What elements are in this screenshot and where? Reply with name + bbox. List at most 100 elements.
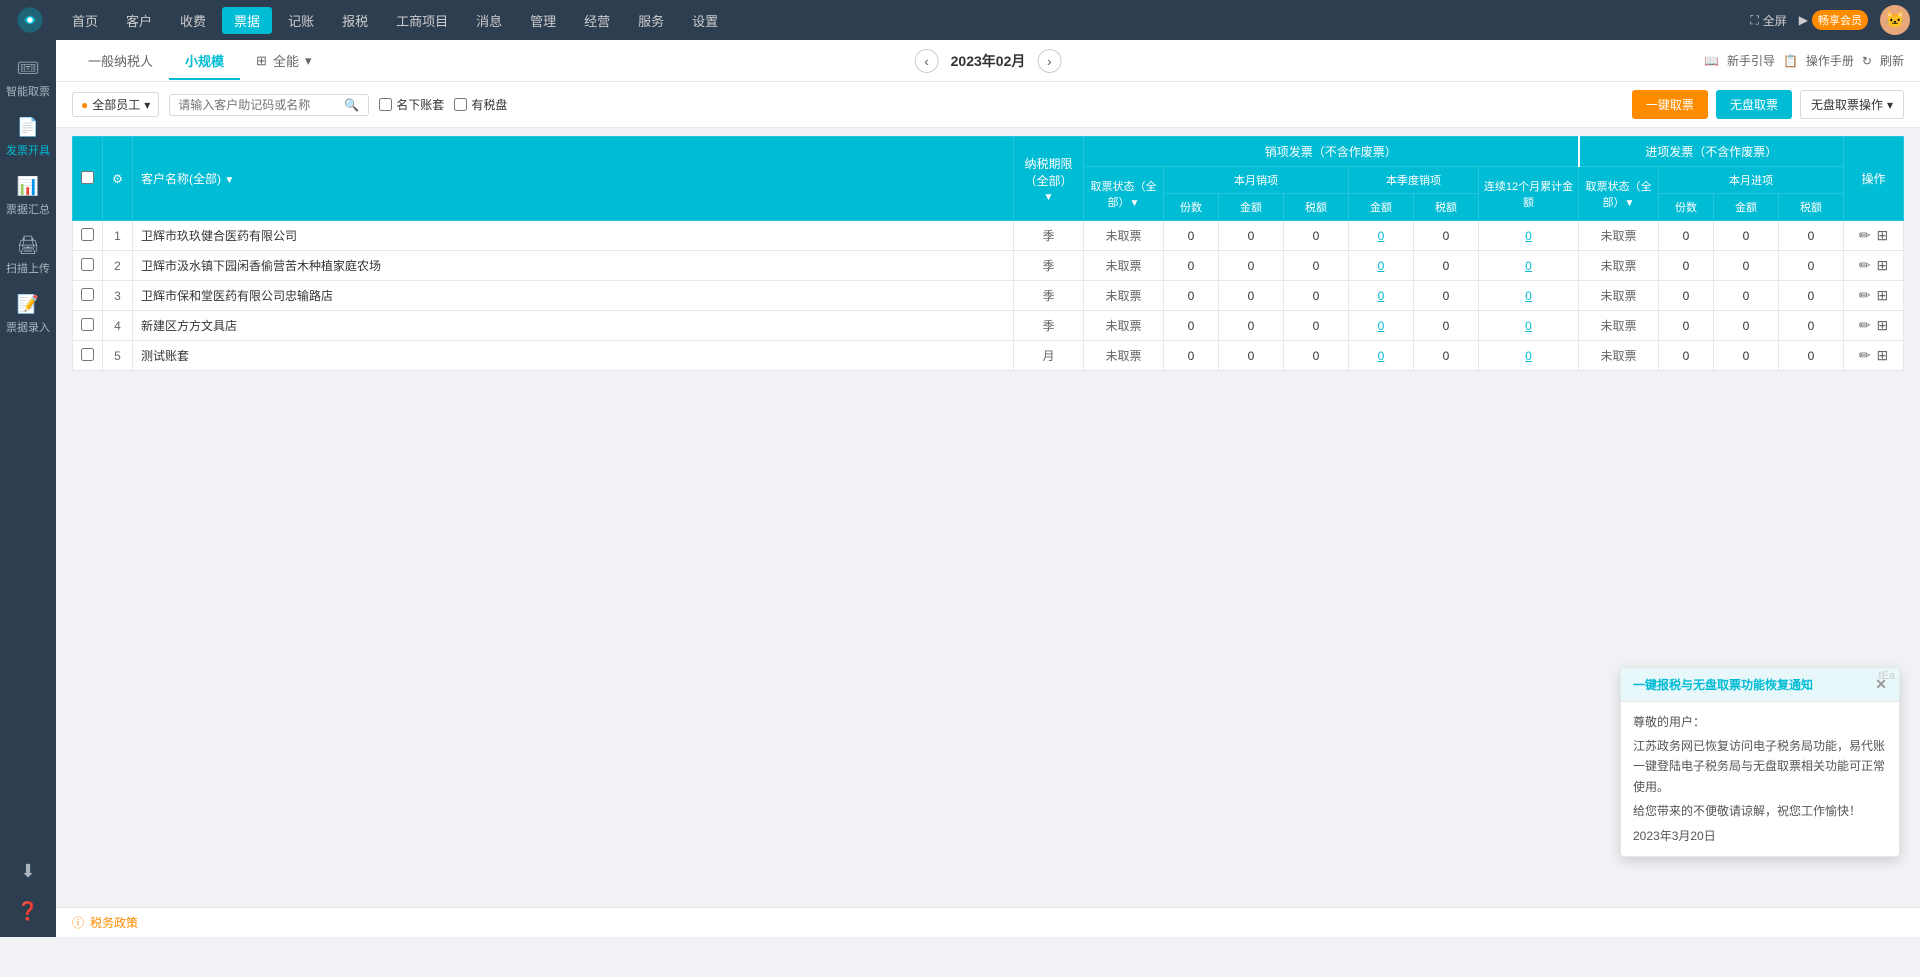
settings-icon[interactable]: ⚙ (112, 172, 123, 186)
row-sales-status: 未取票 (1084, 311, 1164, 341)
checkbox-own-account[interactable]: 名下账套 (379, 96, 444, 113)
checkbox-has-disk[interactable]: 有税盘 (454, 96, 507, 113)
refresh-icon: ↻ (1862, 54, 1872, 68)
no-disk-dropdown-btn[interactable]: 无盘取票操作 ▾ (1800, 90, 1904, 119)
detail-icon[interactable]: ⊞ (1877, 317, 1889, 334)
row-in-month-count: 0 (1659, 311, 1714, 341)
row-in-status: 未取票 (1579, 281, 1659, 311)
nav-client[interactable]: 客户 (114, 7, 164, 34)
nav-service[interactable]: 服务 (626, 7, 676, 34)
sidebar-item-scan[interactable]: 🖨 扫描上传 (2, 227, 54, 284)
row-checkbox-cell[interactable] (73, 341, 103, 371)
has-disk-label: 有税盘 (471, 96, 507, 113)
row-checkbox[interactable] (81, 348, 94, 361)
nav-message[interactable]: 消息 (464, 7, 514, 34)
detail-icon[interactable]: ⊞ (1877, 287, 1889, 304)
nav-settings[interactable]: 设置 (680, 7, 730, 34)
action-header: 操作 (1844, 137, 1904, 221)
one-key-btn[interactable]: 一键取票 (1632, 90, 1708, 119)
row-in-month-amount: 0 (1714, 251, 1779, 281)
row-checkbox[interactable] (81, 258, 94, 271)
sidebar-bottom-icon1[interactable]: ⬇ (12, 855, 44, 887)
guide-link[interactable]: 新手引导 (1727, 52, 1775, 69)
table-row: 2 卫辉市汲水镇下园闲香偷营苦木种植家庭农场 季 未取票 0 0 0 0 0 0… (73, 251, 1904, 281)
sidebar-item-invoice-issue[interactable]: 📄 发票开具 (2, 109, 54, 166)
search-input[interactable] (178, 98, 338, 112)
row-sales-quarter-tax: 0 (1414, 341, 1479, 371)
row-checkbox-cell[interactable] (73, 281, 103, 311)
logo (10, 0, 50, 40)
notification-header: 一键报税与无盘取票功能恢复通知 ✕ (1621, 668, 1899, 702)
notification-text1: 江苏政务网已恢复访问电子税务局功能，易代账一键登陆电子税务局与无盘取票相关功能可… (1633, 736, 1887, 797)
sidebar-item-summary-label: 票据汇总 (6, 201, 50, 217)
entry-icon: 📝 (17, 294, 39, 315)
row-sales-status: 未取票 (1084, 281, 1164, 311)
refresh-link[interactable]: 刷新 (1880, 52, 1904, 69)
nav-account[interactable]: 记账 (276, 7, 326, 34)
col-in-month-amount: 金额 (1714, 194, 1779, 221)
vip-btn[interactable]: ▶ 畅享会员 (1799, 10, 1868, 30)
has-disk-checkbox[interactable] (454, 98, 467, 111)
notification-popup: 一键报税与无盘取票功能恢复通知 ✕ 尊敬的用户： 江苏政务网已恢复访问电子税务局… (1620, 667, 1900, 857)
nav-fee[interactable]: 收费 (168, 7, 218, 34)
detail-icon[interactable]: ⊞ (1877, 227, 1889, 244)
row-checkbox[interactable] (81, 288, 94, 301)
tab-all[interactable]: ⊞ 全能 ▾ (240, 43, 327, 80)
edit-icon[interactable]: ✏ (1859, 227, 1871, 244)
row-in-month-count: 0 (1659, 281, 1714, 311)
prev-date-btn[interactable]: ‹ (915, 49, 939, 73)
row-checkbox[interactable] (81, 228, 94, 241)
sidebar-item-scan-label: 扫描上传 (6, 260, 50, 276)
tax-policy-link[interactable]: 税务政策 (90, 914, 138, 931)
row-in-month-tax: 0 (1779, 281, 1844, 311)
nav-tax[interactable]: 报税 (330, 7, 380, 34)
avatar[interactable]: 🐱 (1880, 5, 1910, 35)
nav-home[interactable]: 首页 (60, 7, 110, 34)
nav-operation[interactable]: 经营 (572, 7, 622, 34)
nav-manage[interactable]: 管理 (518, 7, 568, 34)
row-checkbox-cell[interactable] (73, 251, 103, 281)
row-checkbox-cell[interactable] (73, 311, 103, 341)
row-sales-quarter-tax: 0 (1414, 311, 1479, 341)
row-checkbox[interactable] (81, 318, 94, 331)
row-sales-quarter-tax: 0 (1414, 251, 1479, 281)
select-all-checkbox[interactable] (81, 171, 94, 184)
sidebar-item-entry[interactable]: 📝 票据录入 (2, 286, 54, 343)
row-sales-month-amount: 0 (1219, 341, 1284, 371)
nav-invoice[interactable]: 票据 (222, 7, 272, 34)
edit-icon[interactable]: ✏ (1859, 287, 1871, 304)
row-sales-month-tax: 0 (1284, 311, 1349, 341)
nav-business[interactable]: 工商项目 (384, 7, 460, 34)
sidebar-item-smart-ticket-label: 智能取票 (6, 83, 50, 99)
detail-icon[interactable]: ⊞ (1877, 257, 1889, 274)
own-account-checkbox[interactable] (379, 98, 392, 111)
edit-icon[interactable]: ✏ (1859, 347, 1871, 364)
fullscreen-label: 全屏 (1763, 12, 1787, 29)
summary-icon: 📊 (17, 176, 39, 197)
sidebar-item-smart-ticket[interactable]: 🎟 智能取票 (2, 50, 54, 107)
row-client-name: 卫辉市保和堂医药有限公司忠输路店 (133, 281, 1014, 311)
detail-icon[interactable]: ⊞ (1877, 347, 1889, 364)
top-right-actions: ⛶ 全屏 ▶ 畅享会员 🐱 (1750, 5, 1910, 35)
no-disk-btn[interactable]: 无盘取票 (1716, 90, 1792, 119)
row-sales-month-count: 0 (1164, 281, 1219, 311)
tab-general-taxpayer[interactable]: 一般纳税人 (72, 43, 169, 80)
manual-link[interactable]: 操作手册 (1806, 52, 1854, 69)
next-date-btn[interactable]: › (1037, 49, 1061, 73)
row-checkbox-cell[interactable] (73, 221, 103, 251)
employee-select[interactable]: ● 全部员工 ▾ (72, 92, 159, 117)
edit-icon[interactable]: ✏ (1859, 317, 1871, 334)
col-sales-quarter-tax: 税额 (1414, 194, 1479, 221)
sidebar-item-summary[interactable]: 📊 票据汇总 (2, 168, 54, 225)
prev-icon: ‹ (924, 53, 929, 69)
sales-title: 销项发票（不含作废票） (1265, 145, 1397, 159)
tab-small-scale[interactable]: 小规模 (169, 43, 240, 80)
sidebar-bottom-icon2[interactable]: ❓ (12, 895, 44, 927)
chevron-down-icon: ▾ (305, 53, 312, 69)
no-disk-dropdown-label: 无盘取票操作 (1811, 96, 1883, 113)
row-in-status: 未取票 (1579, 341, 1659, 371)
fullscreen-btn[interactable]: ⛶ 全屏 (1750, 12, 1786, 29)
edit-icon[interactable]: ✏ (1859, 257, 1871, 274)
sales-header: 销项发票（不含作废票） (1084, 137, 1579, 167)
search-icon[interactable]: 🔍 (344, 98, 359, 112)
